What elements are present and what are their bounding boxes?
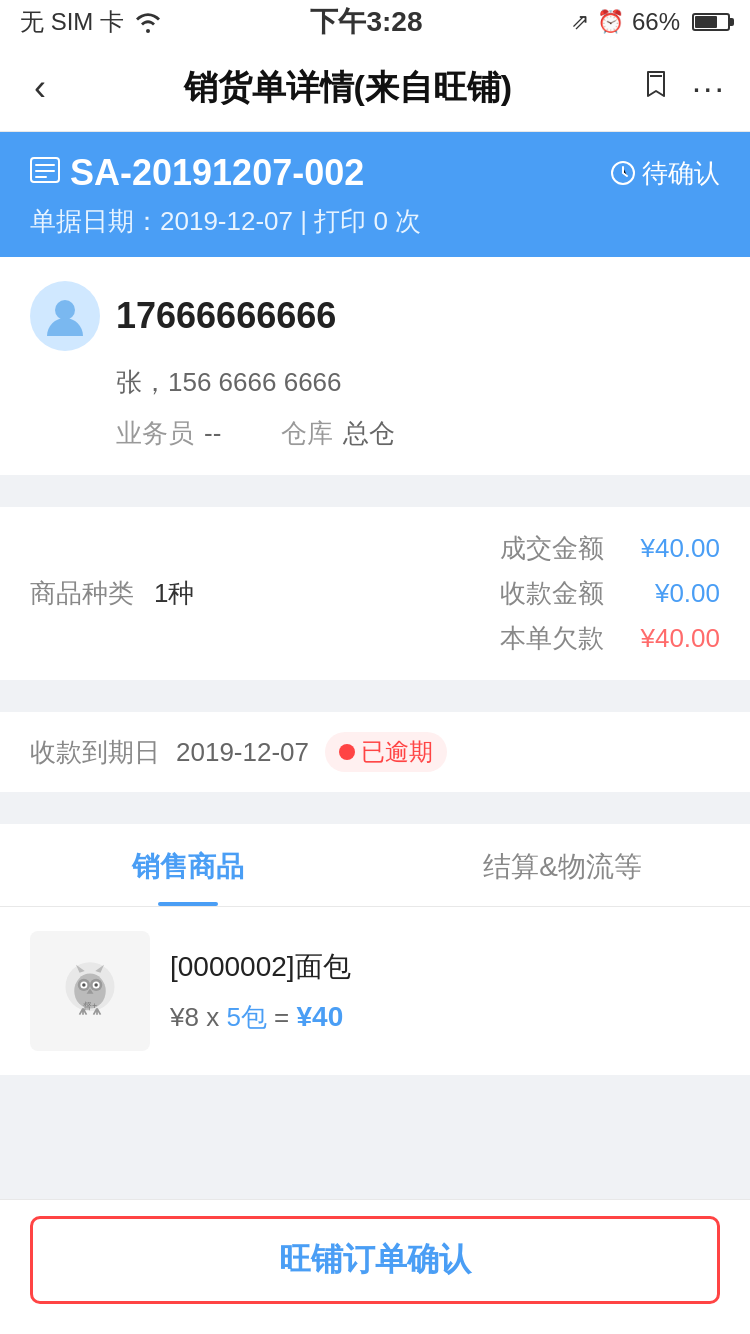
clock-icon bbox=[610, 160, 636, 186]
order-header: SA-20191207-002 待确认 单据日期：2019-12-07 | 打印… bbox=[0, 132, 750, 257]
svg-point-10 bbox=[82, 983, 86, 987]
product-item: 督+ [0000002]面包 ¥8 x 5包 = ¥40 bbox=[0, 907, 750, 1075]
status-bar-time: 下午3:28 bbox=[310, 3, 422, 41]
product-image-icon: 督+ bbox=[55, 956, 125, 1026]
tabs-section: 销售商品 结算&物流等 bbox=[0, 824, 750, 907]
svg-text:督+: 督+ bbox=[83, 1001, 97, 1011]
product-total: ¥40 bbox=[296, 1001, 343, 1032]
salesman-meta: 业务员 -- bbox=[116, 416, 221, 451]
customer-avatar bbox=[30, 281, 100, 351]
customer-phone: 17666666666 bbox=[116, 295, 336, 337]
product-info: [0000002]面包 ¥8 x 5包 = ¥40 bbox=[170, 948, 720, 1035]
divider-3 bbox=[0, 808, 750, 824]
due-date-section: 收款到期日 2019-12-07 已逾期 bbox=[0, 712, 750, 792]
customer-row: 17666666666 bbox=[30, 281, 720, 351]
order-date: 单据日期：2019-12-07 | 打印 0 次 bbox=[30, 204, 720, 239]
overdue-text: 已逾期 bbox=[361, 736, 433, 768]
transaction-value: ¥40.00 bbox=[620, 533, 720, 564]
customer-meta: 业务员 -- 仓库 总仓 bbox=[30, 416, 720, 451]
owed-value: ¥40.00 bbox=[620, 623, 720, 654]
status-bar: 无 SIM 卡 下午3:28 ⇗ ⏰ 66% bbox=[0, 0, 750, 44]
avatar-icon bbox=[43, 294, 87, 338]
tab-settlement[interactable]: 结算&物流等 bbox=[375, 824, 750, 906]
battery-percent: 66% bbox=[632, 8, 680, 36]
customer-name: 张，156 6666 6666 bbox=[30, 365, 720, 400]
order-status-text: 待确认 bbox=[642, 156, 720, 191]
svg-point-3 bbox=[55, 300, 75, 320]
tab-sales-products-label: 销售商品 bbox=[132, 851, 244, 882]
warehouse-value: 总仓 bbox=[343, 416, 395, 451]
category-label: 商品种类 bbox=[30, 576, 134, 611]
overdue-dot-icon bbox=[339, 744, 355, 760]
product-section: 督+ [0000002]面包 ¥8 x 5包 = ¥40 bbox=[0, 907, 750, 1075]
due-date-value: 2019-12-07 bbox=[176, 737, 309, 768]
product-equals: = bbox=[267, 1002, 297, 1032]
carrier-label: 无 SIM 卡 bbox=[20, 6, 124, 38]
summary-section: 商品种类 1种 成交金额 ¥40.00 收款金额 ¥0.00 本单欠款 ¥40.… bbox=[0, 507, 750, 680]
status-bar-left: 无 SIM 卡 bbox=[20, 6, 162, 38]
nav-actions: ··· bbox=[640, 68, 726, 108]
transaction-label: 成交金额 bbox=[500, 531, 604, 566]
confirm-order-button[interactable]: 旺铺订单确认 bbox=[30, 1216, 720, 1304]
product-thumbnail: 督+ bbox=[30, 931, 150, 1051]
nav-bar: ‹ 销货单详情(来自旺铺) ··· bbox=[0, 44, 750, 132]
divider-1 bbox=[0, 491, 750, 507]
customer-section: 17666666666 张，156 6666 6666 业务员 -- 仓库 总仓 bbox=[0, 257, 750, 475]
owed-row: 本单欠款 ¥40.00 bbox=[500, 621, 720, 656]
product-unit-price: ¥8 x bbox=[170, 1002, 226, 1032]
svg-rect-0 bbox=[666, 70, 672, 76]
due-date-label: 收款到期日 bbox=[30, 735, 160, 770]
divider-2 bbox=[0, 696, 750, 712]
owed-label: 本单欠款 bbox=[500, 621, 604, 656]
back-button[interactable]: ‹ bbox=[24, 57, 56, 119]
page-title: 销货单详情(来自旺铺) bbox=[184, 65, 513, 111]
summary-grid: 商品种类 1种 成交金额 ¥40.00 收款金额 ¥0.00 本单欠款 ¥40.… bbox=[30, 531, 720, 656]
order-status: 待确认 bbox=[610, 156, 720, 191]
received-value: ¥0.00 bbox=[620, 578, 720, 609]
svg-point-11 bbox=[94, 983, 98, 987]
warehouse-meta: 仓库 总仓 bbox=[281, 416, 395, 451]
summary-right: 成交金额 ¥40.00 收款金额 ¥0.00 本单欠款 ¥40.00 bbox=[500, 531, 720, 656]
category-value: 1种 bbox=[154, 576, 194, 611]
battery-icon bbox=[692, 13, 730, 31]
tab-sales-products[interactable]: 销售商品 bbox=[0, 824, 375, 906]
salesman-label: 业务员 bbox=[116, 416, 194, 451]
salesman-value: -- bbox=[204, 418, 221, 449]
bottom-bar: 旺铺订单确认 bbox=[0, 1199, 750, 1334]
order-id: SA-20191207-002 bbox=[30, 152, 364, 194]
tab-settlement-label: 结算&物流等 bbox=[483, 851, 642, 882]
received-row: 收款金额 ¥0.00 bbox=[500, 576, 720, 611]
overdue-badge: 已逾期 bbox=[325, 732, 447, 772]
product-qty: 5包 bbox=[226, 1002, 266, 1032]
transaction-row: 成交金额 ¥40.00 bbox=[500, 531, 720, 566]
product-price: ¥8 x 5包 = ¥40 bbox=[170, 1000, 720, 1035]
wifi-icon bbox=[134, 11, 162, 33]
location-icon: ⇗ bbox=[571, 9, 589, 35]
summary-left: 商品种类 1种 bbox=[30, 531, 194, 656]
alarm-icon: ⏰ bbox=[597, 9, 624, 35]
tabs-bar: 销售商品 结算&物流等 bbox=[0, 824, 750, 907]
received-label: 收款金额 bbox=[500, 576, 604, 611]
order-id-icon bbox=[30, 157, 60, 190]
status-bar-right: ⇗ ⏰ 66% bbox=[571, 8, 730, 36]
order-id-row: SA-20191207-002 待确认 bbox=[30, 152, 720, 194]
warehouse-label: 仓库 bbox=[281, 416, 333, 451]
product-name: [0000002]面包 bbox=[170, 948, 720, 986]
share-icon[interactable] bbox=[640, 68, 672, 108]
order-id-text: SA-20191207-002 bbox=[70, 152, 364, 194]
more-icon[interactable]: ··· bbox=[692, 68, 726, 107]
